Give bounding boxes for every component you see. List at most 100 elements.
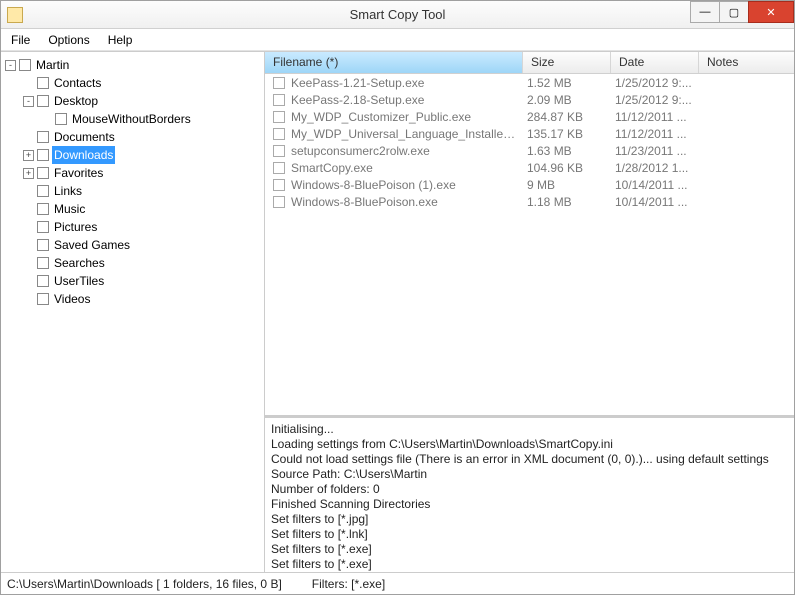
checkbox[interactable]	[37, 275, 49, 287]
file-name: SmartCopy.exe	[291, 161, 373, 175]
tree-item[interactable]: Music	[3, 200, 262, 218]
checkbox[interactable]	[37, 257, 49, 269]
expander-icon	[23, 132, 34, 143]
checkbox[interactable]	[37, 293, 49, 305]
file-row[interactable]: My_WDP_Universal_Language_Installer_Publ…	[265, 125, 794, 142]
tree-label[interactable]: MouseWithoutBorders	[70, 110, 193, 128]
checkbox[interactable]	[273, 162, 285, 174]
checkbox[interactable]	[37, 77, 49, 89]
checkbox[interactable]	[37, 149, 49, 161]
close-button[interactable]: ✕	[748, 1, 794, 23]
folder-tree[interactable]: - Martin Contacts - DesktopMouseWithoutBor…	[1, 52, 265, 572]
tree-label[interactable]: Pictures	[52, 218, 99, 236]
menu-help[interactable]: Help	[108, 33, 133, 47]
log-line: Set filters to [*.lnk]	[271, 527, 788, 542]
file-size: 104.96 KB	[523, 161, 611, 175]
col-size[interactable]: Size	[523, 52, 611, 73]
tree-label[interactable]: Links	[52, 182, 84, 200]
tree-item[interactable]: Documents	[3, 128, 262, 146]
tree-item[interactable]: Pictures	[3, 218, 262, 236]
file-row[interactable]: KeePass-1.21-Setup.exe1.52 MB1/25/2012 9…	[265, 74, 794, 91]
file-date: 1/28/2012 1...	[611, 161, 699, 175]
tree-item[interactable]: UserTiles	[3, 272, 262, 290]
right-pane: Filename (*) Size Date Notes KeePass-1.2…	[265, 52, 794, 572]
app-icon	[7, 7, 23, 23]
tree-label[interactable]: Videos	[52, 290, 92, 308]
tree-item[interactable]: Links	[3, 182, 262, 200]
file-name: Windows-8-BluePoison (1).exe	[291, 178, 456, 192]
tree-item[interactable]: Videos	[3, 290, 262, 308]
file-rows[interactable]: KeePass-1.21-Setup.exe1.52 MB1/25/2012 9…	[265, 74, 794, 415]
file-row[interactable]: setupconsumerc2rolw.exe1.63 MB11/23/2011…	[265, 142, 794, 159]
checkbox[interactable]	[19, 59, 31, 71]
tree-label[interactable]: Music	[52, 200, 87, 218]
file-row[interactable]: SmartCopy.exe 104.96 KB1/28/2012 1...	[265, 159, 794, 176]
file-row[interactable]: Windows-8-BluePoison (1).exe9 MB10/14/20…	[265, 176, 794, 193]
expander-icon[interactable]: +	[23, 168, 34, 179]
checkbox[interactable]	[37, 239, 49, 251]
tree-item[interactable]: Saved Games	[3, 236, 262, 254]
checkbox[interactable]	[273, 94, 285, 106]
file-size: 1.18 MB	[523, 195, 611, 209]
tree-label[interactable]: Documents	[52, 128, 117, 146]
menu-file[interactable]: File	[11, 33, 30, 47]
checkbox[interactable]	[37, 203, 49, 215]
tree-item[interactable]: + Favorites	[3, 164, 262, 182]
checkbox[interactable]	[55, 113, 67, 125]
checkbox[interactable]	[273, 145, 285, 157]
col-notes[interactable]: Notes	[699, 52, 794, 73]
col-filename[interactable]: Filename (*)	[265, 52, 523, 73]
file-name: My_WDP_Customizer_Public.exe	[291, 110, 471, 124]
tree-label[interactable]: Downloads	[52, 146, 115, 164]
checkbox[interactable]	[37, 95, 49, 107]
log-line: Number of folders: 0	[271, 482, 788, 497]
expander-icon	[23, 204, 34, 215]
file-row[interactable]: KeePass-2.18-Setup.exe2.09 MB1/25/2012 9…	[265, 91, 794, 108]
tree-label[interactable]: Favorites	[52, 164, 105, 182]
expander-icon	[41, 114, 52, 125]
maximize-button[interactable]: ▢	[719, 1, 749, 23]
checkbox[interactable]	[37, 185, 49, 197]
checkbox[interactable]	[273, 128, 285, 140]
expander-icon[interactable]: +	[23, 150, 34, 161]
file-date: 11/12/2011 ...	[611, 110, 699, 124]
tree-label[interactable]: Saved Games	[52, 236, 132, 254]
tree-label[interactable]: Contacts	[52, 74, 103, 92]
expander-icon[interactable]: -	[23, 96, 34, 107]
file-row[interactable]: My_WDP_Customizer_Public.exe284.87 KB11/…	[265, 108, 794, 125]
file-row[interactable]: Windows-8-BluePoison.exe1.18 MB10/14/201…	[265, 193, 794, 210]
checkbox[interactable]	[273, 111, 285, 123]
tree-item[interactable]: Searches	[3, 254, 262, 272]
column-headers: Filename (*) Size Date Notes	[265, 52, 794, 74]
titlebar[interactable]: Smart Copy Tool — ▢ ✕	[1, 1, 794, 29]
file-size: 2.09 MB	[523, 93, 611, 107]
tree-item[interactable]: Contacts	[3, 74, 262, 92]
tree-label[interactable]: UserTiles	[52, 272, 106, 290]
menu-options[interactable]: Options	[48, 33, 89, 47]
checkbox[interactable]	[273, 179, 285, 191]
tree-label[interactable]: Martin	[34, 56, 71, 74]
window-buttons: — ▢ ✕	[691, 1, 794, 23]
statusbar: C:\Users\Martin\Downloads [ 1 folders, 1…	[1, 572, 794, 594]
tree-label[interactable]: Desktop	[52, 92, 100, 110]
log-line: Set filters to [*.exe]	[271, 557, 788, 572]
expander-icon	[23, 294, 34, 305]
file-size: 135.17 KB	[523, 127, 611, 141]
expander-icon[interactable]: -	[5, 60, 16, 71]
tree-label[interactable]: Searches	[52, 254, 107, 272]
checkbox[interactable]	[37, 221, 49, 233]
col-date[interactable]: Date	[611, 52, 699, 73]
checkbox[interactable]	[273, 196, 285, 208]
expander-icon	[23, 258, 34, 269]
tree-item[interactable]: - Desktop	[3, 92, 262, 110]
log-pane[interactable]: Initialising...Loading settings from C:\…	[265, 416, 794, 572]
minimize-button[interactable]: —	[690, 1, 720, 23]
checkbox[interactable]	[37, 131, 49, 143]
tree-item[interactable]: + Downloads	[3, 146, 262, 164]
window-title: Smart Copy Tool	[350, 7, 446, 22]
expander-icon	[23, 186, 34, 197]
checkbox[interactable]	[273, 77, 285, 89]
tree-root[interactable]: - Martin	[3, 56, 262, 74]
checkbox[interactable]	[37, 167, 49, 179]
tree-item[interactable]: MouseWithoutBorders	[3, 110, 262, 128]
